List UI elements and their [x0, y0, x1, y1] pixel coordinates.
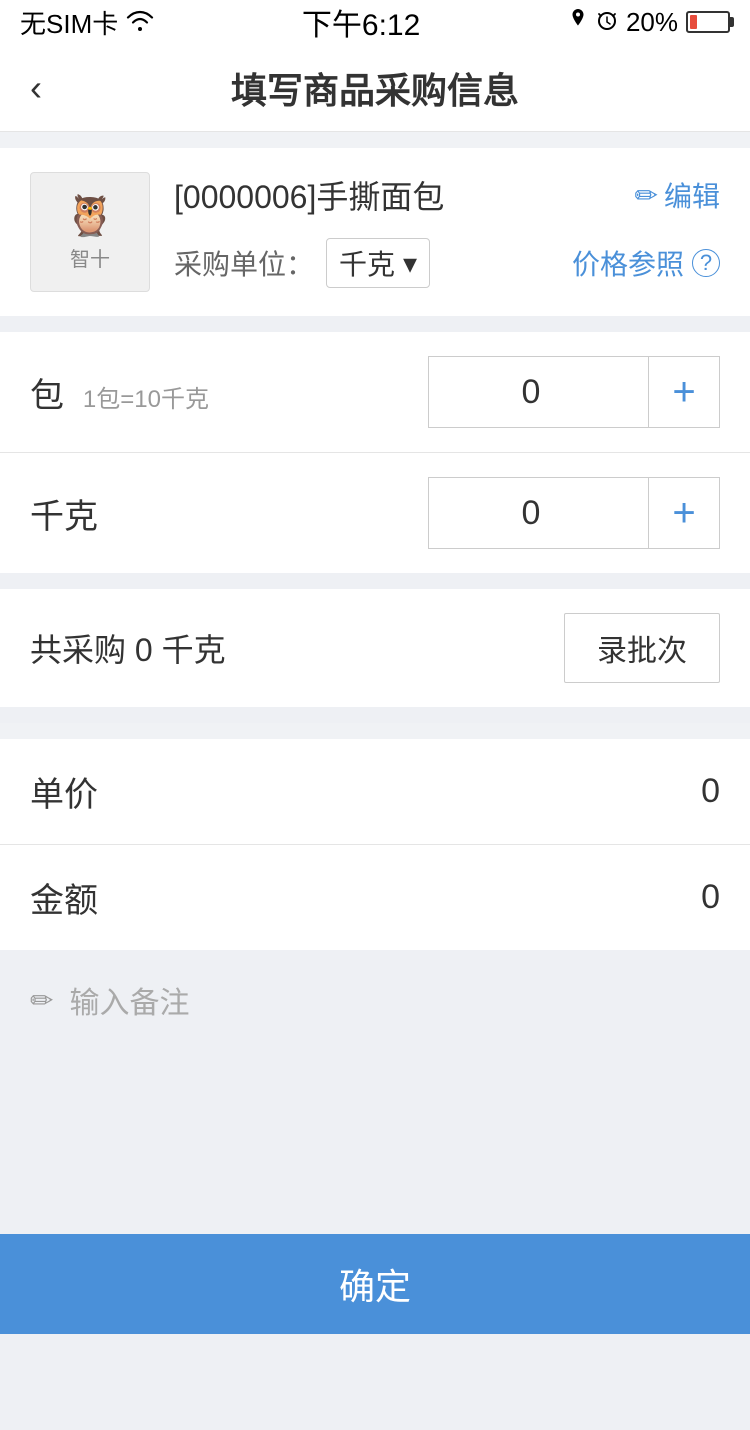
bag-quantity-input[interactable] — [428, 356, 648, 428]
help-icon: ? — [692, 249, 720, 277]
remark-section[interactable]: ✏ 输入备注 — [0, 950, 750, 1050]
amount-value: 0 — [701, 878, 720, 917]
unit-value: 千克 — [339, 243, 395, 283]
remark-placeholder: 输入备注 — [69, 978, 189, 1022]
product-name: [0000006]手撕面包 — [174, 172, 444, 218]
product-title: 手撕面包 — [316, 179, 444, 215]
back-button[interactable]: ‹ — [30, 67, 42, 109]
unit-select[interactable]: 千克 ▾ — [326, 238, 430, 288]
bag-label-group: 包 1包=10千克 — [30, 368, 209, 417]
kg-label-group: 千克 — [30, 489, 98, 538]
edit-label: 编辑 — [664, 175, 720, 215]
product-thumbnail: 🦉 智十 — [30, 172, 150, 292]
unit-label-text: 采购单位： — [174, 243, 314, 283]
alarm-icon — [596, 7, 618, 38]
kg-input-row: 千克 + — [0, 453, 750, 573]
input-section: 包 1包=10千克 + 千克 + — [0, 332, 750, 573]
status-bar-left: 无SIM卡 — [20, 4, 154, 41]
bag-sublabel: 1包=10千克 — [83, 386, 209, 413]
page-title: 填写商品采购信息 — [231, 62, 519, 114]
kg-label: 千克 — [30, 498, 98, 536]
bag-input-right: + — [428, 356, 720, 428]
kg-input-right: + — [428, 477, 720, 549]
bag-plus-button[interactable]: + — [648, 356, 720, 428]
battery-icon — [686, 11, 730, 33]
nav-bar: ‹ 填写商品采购信息 — [0, 44, 750, 132]
divider-1 — [0, 316, 750, 332]
confirm-button[interactable]: 确定 — [0, 1234, 750, 1334]
product-name-row: [0000006]手撕面包 ✏ 编辑 — [174, 172, 720, 218]
product-unit-row: 采购单位： 千克 ▾ 价格参照 ? — [174, 238, 720, 288]
battery-percent: 20% — [626, 7, 678, 38]
product-thumb-icon: 🦉 — [65, 192, 115, 239]
divider-3 — [0, 707, 750, 723]
unit-price-value: 0 — [701, 772, 720, 811]
product-info: [0000006]手撕面包 ✏ 编辑 采购单位： 千克 ▾ 价格参照 ? — [174, 172, 720, 288]
edit-button[interactable]: ✏ 编辑 — [635, 175, 720, 215]
kg-plus-button[interactable]: + — [648, 477, 720, 549]
summary-text: 共采购 0 千克 — [30, 625, 226, 671]
bag-label: 包 — [30, 377, 64, 415]
batch-button[interactable]: 录批次 — [564, 613, 720, 683]
kg-quantity-input[interactable] — [428, 477, 648, 549]
pencil-icon: ✏ — [30, 984, 53, 1017]
unit-label: 采购单位： 千克 ▾ — [174, 238, 430, 288]
divider-2 — [0, 573, 750, 589]
unit-price-row: 单价 0 — [0, 739, 750, 845]
amount-label: 金额 — [30, 873, 98, 922]
product-thumb-brand: 智十 — [70, 243, 110, 272]
product-section: 🦉 智十 [0000006]手撕面包 ✏ 编辑 采购单位： 千克 ▾ 价格参照 — [0, 148, 750, 316]
bag-input-row: 包 1包=10千克 + — [0, 332, 750, 453]
price-ref-button[interactable]: 价格参照 ? — [572, 243, 720, 283]
wifi-icon — [126, 7, 154, 38]
location-icon — [568, 7, 588, 38]
unit-price-label: 单价 — [30, 767, 98, 816]
price-section: 单价 0 金额 0 — [0, 739, 750, 950]
price-ref-label: 价格参照 — [572, 243, 684, 283]
status-bar-right: 20% — [568, 7, 730, 38]
amount-row: 金额 0 — [0, 845, 750, 950]
summary-row: 共采购 0 千克 录批次 — [0, 589, 750, 707]
edit-icon: ✏ — [635, 179, 658, 212]
chevron-down-icon: ▾ — [403, 247, 417, 280]
product-code: [0000006] — [174, 179, 316, 215]
carrier-label: 无SIM卡 — [20, 4, 118, 41]
status-bar: 无SIM卡 下午6:12 20% — [0, 0, 750, 44]
status-bar-time: 下午6:12 — [302, 0, 420, 44]
